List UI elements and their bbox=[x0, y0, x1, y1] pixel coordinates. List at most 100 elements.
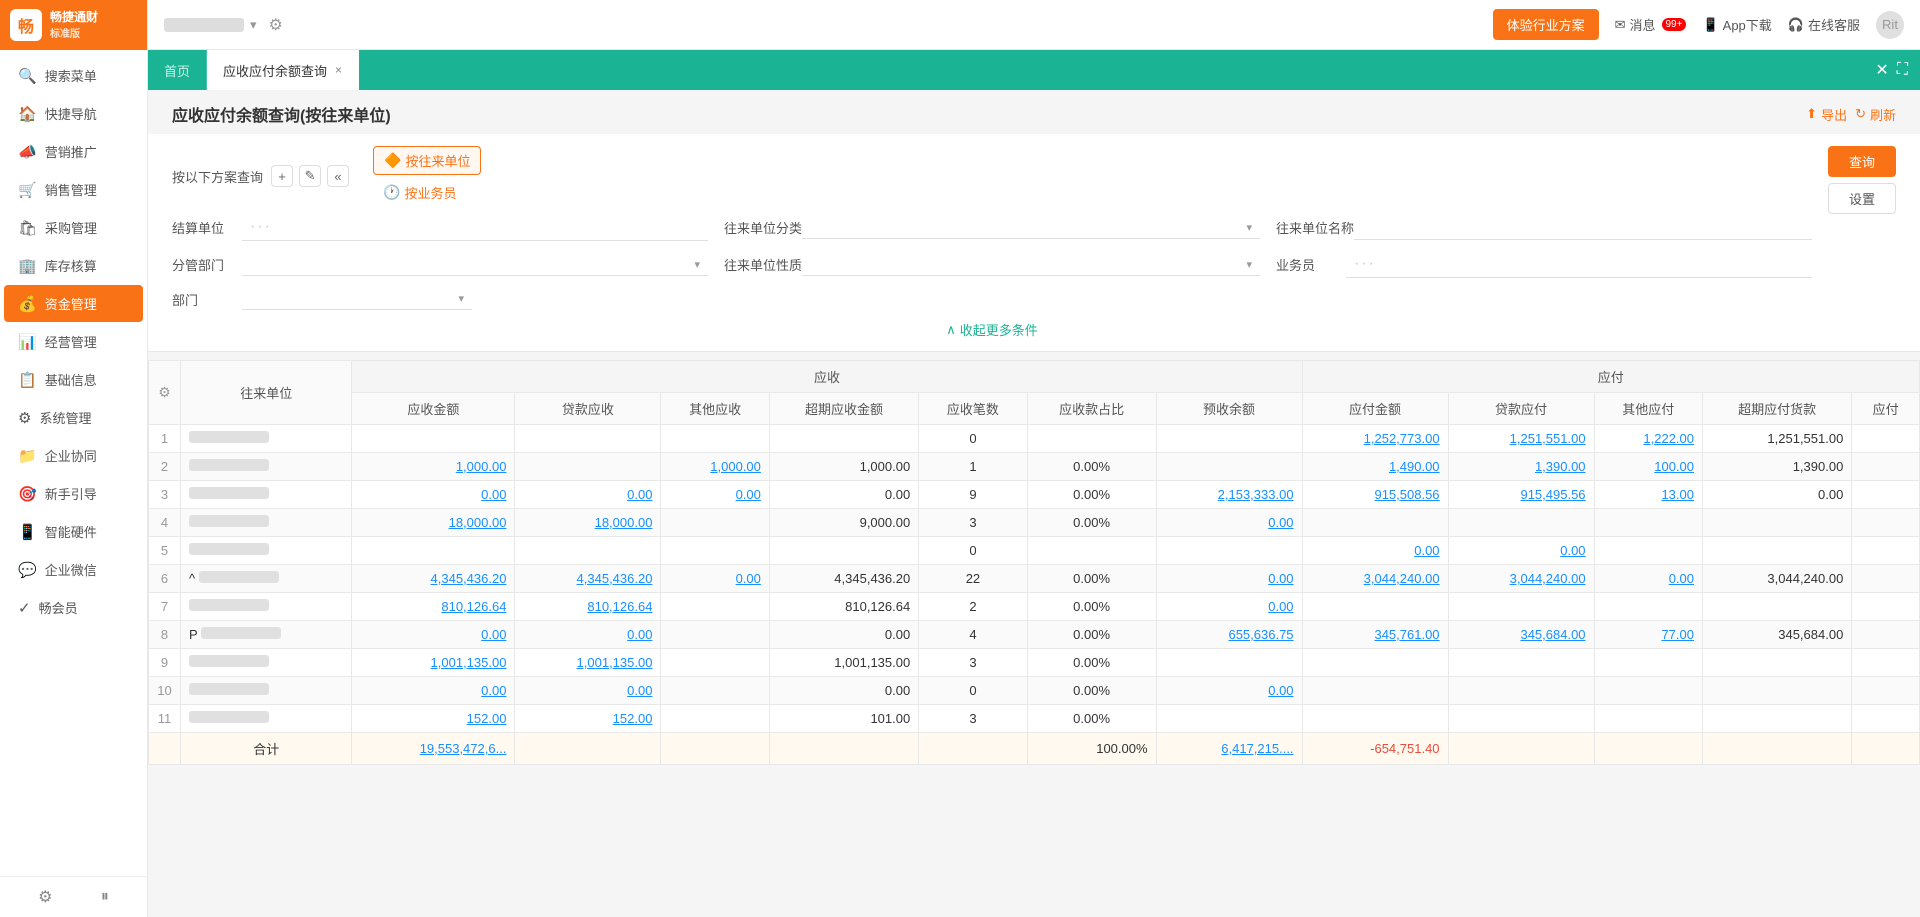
edit-scheme-btn[interactable]: ✎ bbox=[299, 165, 321, 187]
settings-button[interactable]: 设置 bbox=[1828, 183, 1896, 214]
table-cell[interactable]: 152.00 bbox=[352, 705, 515, 733]
salesman-label: 业务员 bbox=[1276, 255, 1346, 274]
sidebar-item-marketing[interactable]: 📣 营销推广 bbox=[4, 133, 143, 170]
table-cell[interactable]: 18,000.00 bbox=[515, 509, 661, 537]
page-title: 应收应付余额查询(按往来单位) bbox=[172, 102, 391, 126]
table-settings-icon[interactable]: ⚙ bbox=[158, 384, 171, 400]
table-cell[interactable]: 0.00 bbox=[352, 621, 515, 649]
table-cell[interactable]: 1,001,135.00 bbox=[515, 649, 661, 677]
settings-bottom-icon[interactable]: ⚙ bbox=[38, 887, 52, 907]
table-cell[interactable]: 0.00 bbox=[352, 481, 515, 509]
table-cell[interactable]: 915,495.56 bbox=[1448, 481, 1594, 509]
table-cell[interactable]: 1,222.00 bbox=[1594, 425, 1702, 453]
table-cell[interactable]: 1,251,551.00 bbox=[1448, 425, 1594, 453]
table-cell[interactable]: 0.00 bbox=[515, 481, 661, 509]
settlement-unit-input[interactable]: ··· bbox=[242, 214, 708, 241]
online-service-button[interactable]: 🎧 在线客服 bbox=[1788, 15, 1860, 34]
table-cell[interactable]: 0.00 bbox=[1156, 677, 1302, 705]
table-cell: 0.00% bbox=[1027, 677, 1156, 705]
salesman-select[interactable]: ··· bbox=[1346, 251, 1812, 278]
table-cell[interactable]: 0.00 bbox=[1156, 565, 1302, 593]
sidebar-item-enterprise-wechat[interactable]: 💬 企业微信 bbox=[4, 551, 143, 588]
table-cell[interactable]: 2,153,333.00 bbox=[1156, 481, 1302, 509]
table-cell[interactable]: 0.00 bbox=[1594, 565, 1702, 593]
table-cell[interactable]: 810,126.64 bbox=[352, 593, 515, 621]
sidebar-item-inventory[interactable]: 🏢 库存核算 bbox=[4, 247, 143, 284]
tab-close-all-btn[interactable]: ✕ bbox=[1875, 60, 1888, 80]
tab-balance-query[interactable]: 应收应付余额查询 × bbox=[207, 50, 359, 90]
table-cell[interactable]: 345,761.00 bbox=[1302, 621, 1448, 649]
tab-fullscreen-btn[interactable]: ⛶ bbox=[1897, 61, 1908, 79]
table-cell[interactable]: 0.00 bbox=[1448, 537, 1594, 565]
user-avatar[interactable]: Rit bbox=[1876, 11, 1904, 39]
table-cell bbox=[1027, 425, 1156, 453]
dept-select[interactable]: ▾ bbox=[242, 288, 472, 310]
table-cell[interactable]: 77.00 bbox=[1594, 621, 1702, 649]
solution-button[interactable]: 体验行业方案 bbox=[1493, 9, 1599, 40]
add-scheme-btn[interactable]: + bbox=[271, 165, 293, 187]
table-cell[interactable]: 915,508.56 bbox=[1302, 481, 1448, 509]
table-cell[interactable]: 0.00 bbox=[515, 677, 661, 705]
counterpart-nature-select[interactable]: ▾ bbox=[802, 254, 1260, 276]
counterpart-name-input[interactable] bbox=[1354, 216, 1812, 240]
filter-option-salesman[interactable]: 🕐 按业务员 bbox=[373, 179, 481, 206]
sidebar-item-purchase[interactable]: 🛍 采购管理 bbox=[4, 209, 143, 246]
table-cell[interactable]: 4,345,436.20 bbox=[352, 565, 515, 593]
sidebar-item-finance[interactable]: 💰 资金管理 bbox=[4, 285, 143, 322]
table-cell[interactable]: 1,490.00 bbox=[1302, 453, 1448, 481]
collapse-sidebar-btn[interactable]: ⏸ bbox=[101, 888, 109, 906]
sidebar-item-member[interactable]: ✓ 畅会员 bbox=[4, 589, 143, 626]
table-cell[interactable]: 1,252,773.00 bbox=[1302, 425, 1448, 453]
sidebar-item-guide[interactable]: 🎯 新手引导 bbox=[4, 475, 143, 512]
table-cell[interactable]: 1,390.00 bbox=[1448, 453, 1594, 481]
table-cell[interactable]: 655,636.75 bbox=[1156, 621, 1302, 649]
table-cell[interactable]: 100.00 bbox=[1594, 453, 1702, 481]
table-cell[interactable]: 0.00 bbox=[1302, 537, 1448, 565]
footer-recv-loan bbox=[515, 733, 661, 765]
table-cell[interactable]: 810,126.64 bbox=[515, 593, 661, 621]
table-cell[interactable]: 0.00 bbox=[352, 677, 515, 705]
table-cell[interactable]: 0.00 bbox=[661, 565, 769, 593]
logo-name: 畅捷通财 bbox=[50, 10, 98, 26]
collapse-filter-btn[interactable]: ∧ 收起更多条件 bbox=[172, 320, 1812, 339]
query-button[interactable]: 查询 bbox=[1828, 146, 1896, 177]
messages-button[interactable]: ✉ 消息 99+ bbox=[1615, 15, 1687, 34]
table-cell[interactable]: 152.00 bbox=[515, 705, 661, 733]
table-cell[interactable]: 3,044,240.00 bbox=[1448, 565, 1594, 593]
table-cell[interactable]: 0.00 bbox=[661, 481, 769, 509]
dept-supervisor-select[interactable]: ▾ bbox=[242, 254, 708, 276]
table-cell[interactable]: 1,000.00 bbox=[661, 453, 769, 481]
table-cell[interactable]: 13.00 bbox=[1594, 481, 1702, 509]
table-cell bbox=[1594, 677, 1702, 705]
table-cell[interactable]: 0.00 bbox=[515, 621, 661, 649]
sidebar-item-sales[interactable]: 🛒 销售管理 bbox=[4, 171, 143, 208]
sidebar-item-enterprise-collab[interactable]: 📁 企业协同 bbox=[4, 437, 143, 474]
tab-close-icon[interactable]: × bbox=[335, 63, 342, 77]
footer-recv-amount[interactable]: 19,553,472,6... bbox=[352, 733, 515, 765]
sidebar-item-management[interactable]: 📊 经营管理 bbox=[4, 323, 143, 360]
table-cell[interactable]: 3,044,240.00 bbox=[1302, 565, 1448, 593]
more-scheme-btn[interactable]: « bbox=[327, 165, 349, 187]
table-cell[interactable]: 18,000.00 bbox=[352, 509, 515, 537]
sidebar-item-hardware[interactable]: 📱 智能硬件 bbox=[4, 513, 143, 550]
sidebar: 畅 畅捷通财 标准版 🔍 搜索菜单 🏠 快捷导航 📣 营销推广 🛒 销售管理 🛍… bbox=[0, 0, 148, 917]
table-cell[interactable]: 0.00 bbox=[1156, 509, 1302, 537]
table-cell[interactable]: 4,345,436.20 bbox=[515, 565, 661, 593]
filter-option-counterpart[interactable]: 🔶 按往来单位 bbox=[373, 146, 481, 175]
th-settings[interactable]: ⚙ bbox=[149, 361, 181, 425]
sidebar-item-nav[interactable]: 🏠 快捷导航 bbox=[4, 95, 143, 132]
app-download-button[interactable]: 📱 App下载 bbox=[1702, 15, 1771, 34]
refresh-button[interactable]: ↻ 刷新 bbox=[1855, 105, 1896, 124]
table-cell[interactable]: 1,000.00 bbox=[352, 453, 515, 481]
table-cell[interactable]: 1,001,135.00 bbox=[352, 649, 515, 677]
export-button[interactable]: ⬆ 导出 bbox=[1806, 105, 1847, 124]
sidebar-item-search[interactable]: 🔍 搜索菜单 bbox=[4, 57, 143, 94]
counterpart-category-select[interactable]: ▾ bbox=[802, 217, 1260, 239]
table-cell[interactable]: 345,684.00 bbox=[1448, 621, 1594, 649]
table-cell[interactable]: 0.00 bbox=[1156, 593, 1302, 621]
footer-recv-prepaid[interactable]: 6,417,215.... bbox=[1156, 733, 1302, 765]
sidebar-item-basic-info[interactable]: 📋 基础信息 bbox=[4, 361, 143, 398]
topbar-gear-icon[interactable]: ⚙ bbox=[269, 15, 283, 35]
tab-home[interactable]: 首页 bbox=[148, 50, 207, 90]
sidebar-item-system[interactable]: ⚙ 系统管理 bbox=[4, 399, 143, 436]
